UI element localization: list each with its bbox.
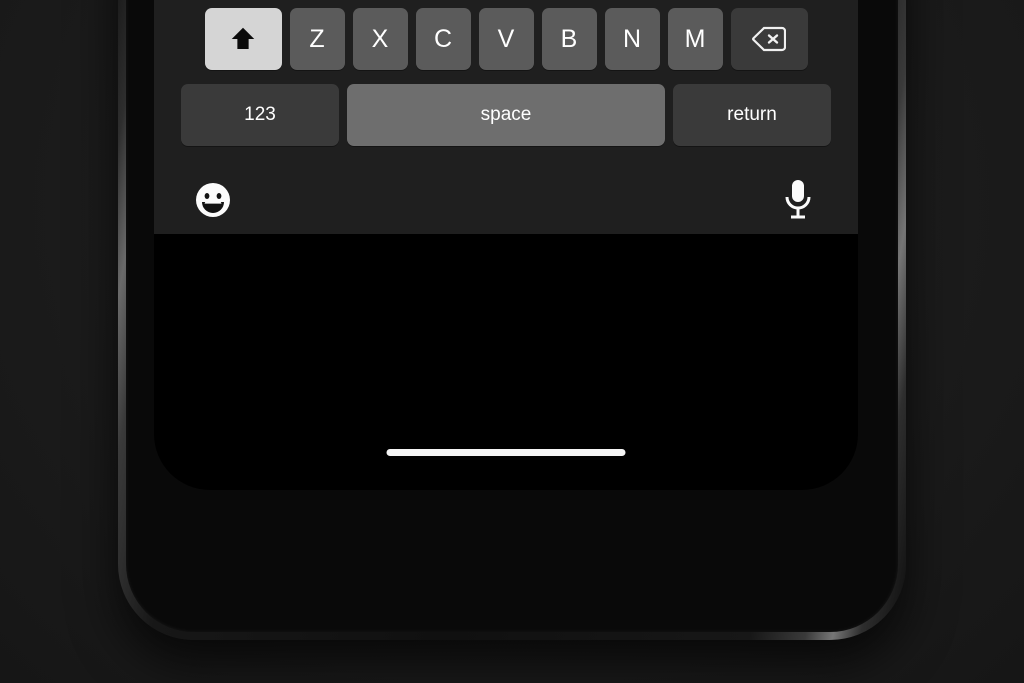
key-v[interactable]: V — [478, 8, 534, 70]
shift-key[interactable] — [204, 8, 282, 70]
key-x[interactable]: X — [352, 8, 408, 70]
keyboard-bottom-bar — [154, 160, 858, 248]
key-n[interactable]: N — [604, 8, 660, 70]
key-m[interactable]: M — [667, 8, 723, 70]
screenshot-stage: A iMessage ↑ Thing This Think — [0, 0, 1024, 683]
keyboard-row-3: Z X C V B N M — [154, 8, 858, 70]
return-key[interactable]: return — [673, 84, 831, 146]
microphone-icon[interactable] — [780, 176, 816, 224]
phone-screen: A iMessage ↑ Thing This Think — [154, 0, 858, 490]
keyboard-row-4: 123 space return — [154, 84, 858, 146]
ios-keyboard: Thing This Think Q W E R T Y U I O P — [154, 0, 858, 234]
numeric-key[interactable]: 123 — [181, 84, 339, 146]
delete-left-icon — [752, 26, 786, 52]
phone-frame: A iMessage ↑ Thing This Think — [118, 0, 906, 640]
backspace-key[interactable] — [730, 8, 808, 70]
key-b[interactable]: B — [541, 8, 597, 70]
key-z[interactable]: Z — [289, 8, 345, 70]
home-indicator-bar[interactable] — [386, 449, 626, 456]
shift-arrow-up-icon — [228, 24, 258, 54]
space-key[interactable]: space — [347, 84, 665, 146]
key-c[interactable]: C — [415, 8, 471, 70]
smiley-face-icon[interactable] — [191, 178, 235, 222]
